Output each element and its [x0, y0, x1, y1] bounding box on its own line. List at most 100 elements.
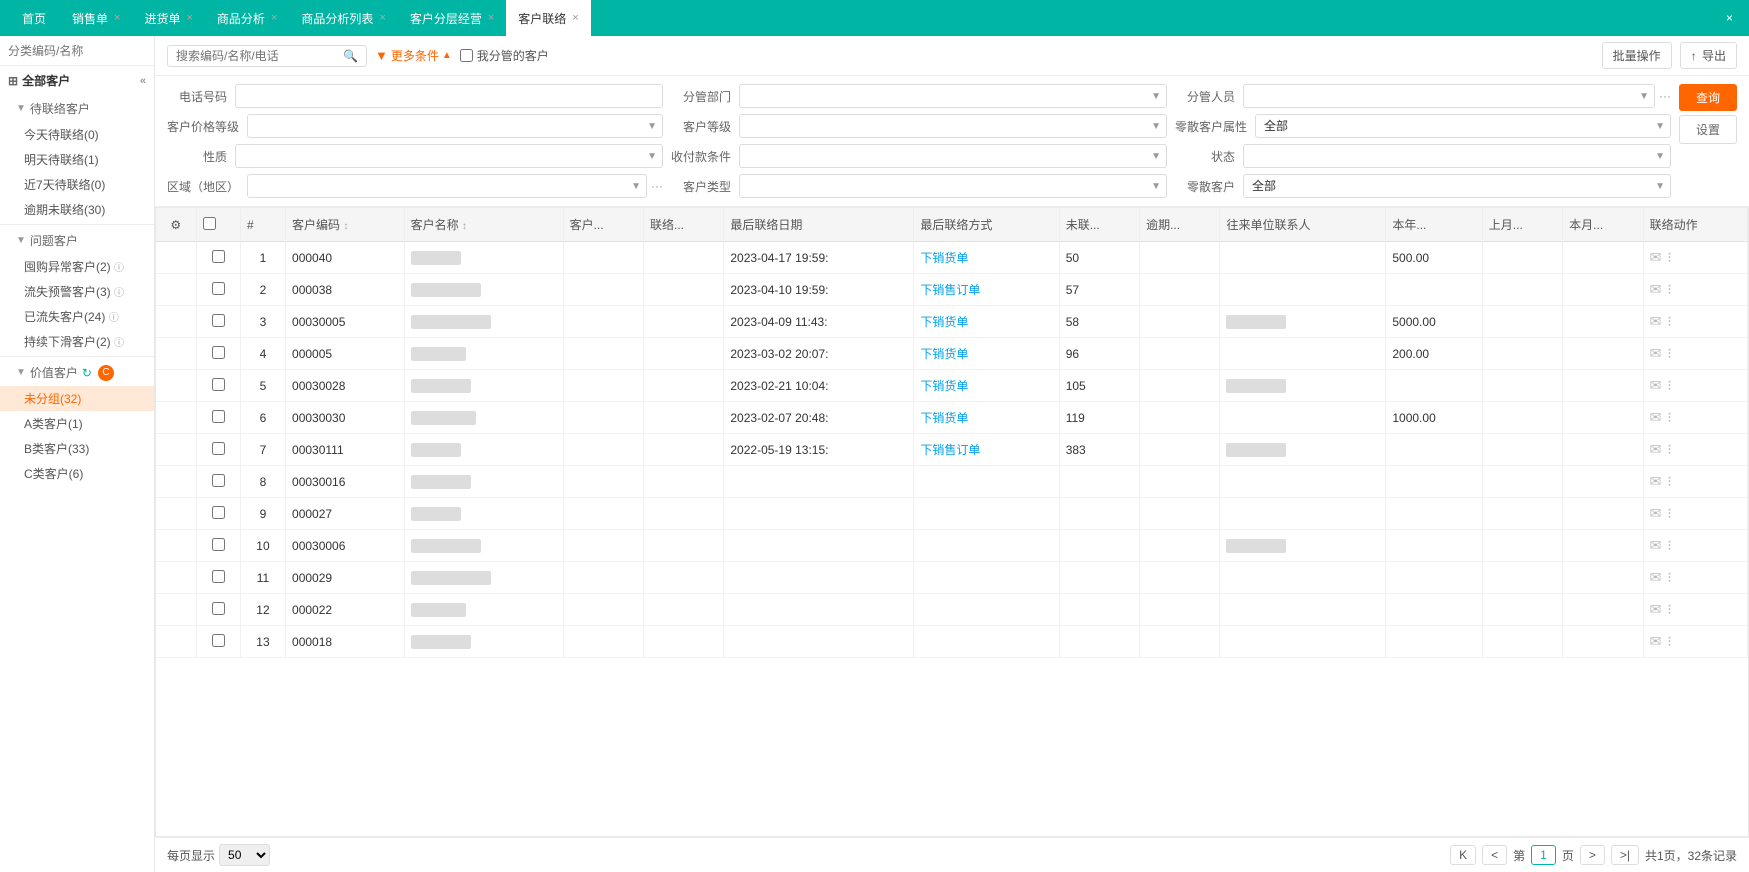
close-purchase-order[interactable]: × — [186, 12, 192, 24]
col-this-month[interactable]: 本月... — [1563, 208, 1643, 242]
close-customer-contact[interactable]: × — [572, 12, 578, 24]
col-checkbox[interactable] — [196, 208, 240, 242]
filter-status-select[interactable] — [1243, 144, 1671, 168]
all-customers-title[interactable]: ⊞ 全部客户 « — [0, 66, 154, 95]
sidebar-item-class-a[interactable]: A类客户(1) — [0, 411, 154, 436]
row-checkbox[interactable] — [196, 626, 240, 658]
col-last-month[interactable]: 上月... — [1482, 208, 1562, 242]
grid-action-icon[interactable]: ⁝ — [1667, 409, 1671, 426]
filter-cust-type-select[interactable] — [739, 174, 1167, 198]
per-page-select[interactable]: 50 100 200 — [219, 844, 270, 866]
filter-price-level-select[interactable] — [247, 114, 663, 138]
tab-product-analysis[interactable]: 商品分析 × — [205, 0, 289, 36]
row-checkbox[interactable] — [196, 306, 240, 338]
message-icon[interactable]: ✉ — [1650, 249, 1662, 266]
tab-purchase-order[interactable]: 进货单 × — [132, 0, 204, 36]
filter-region-select[interactable] — [247, 174, 647, 198]
tab-product-analysis-list[interactable]: 商品分析列表 × — [289, 0, 397, 36]
row-checkbox[interactable] — [196, 242, 240, 274]
sidebar-search-box[interactable]: 🔍 — [0, 36, 154, 66]
close-sales-order[interactable]: × — [114, 12, 120, 24]
message-icon[interactable]: ✉ — [1650, 569, 1662, 586]
row-checkbox[interactable] — [196, 434, 240, 466]
col-unit-contact[interactable]: 往来单位联系人 — [1220, 208, 1386, 242]
sidebar-item-class-c[interactable]: C类客户(6) — [0, 461, 154, 486]
grid-action-icon[interactable]: ⁝ — [1667, 537, 1671, 554]
col-type[interactable]: 客户... — [563, 208, 643, 242]
tab-customer-contact[interactable]: 客户联络 × — [506, 0, 590, 36]
message-icon[interactable]: ✉ — [1650, 633, 1662, 650]
filter-person-select[interactable] — [1243, 84, 1655, 108]
filter-phone-input[interactable] — [235, 84, 663, 108]
tab-sales-order[interactable]: 销售单 × — [60, 0, 132, 36]
grid-action-icon[interactable]: ⁝ — [1667, 377, 1671, 394]
grid-action-icon[interactable]: ⁝ — [1667, 441, 1671, 458]
close-customer-segment[interactable]: × — [488, 12, 494, 24]
grid-action-icon[interactable]: ⁝ — [1667, 473, 1671, 490]
col-contact[interactable]: 联络... — [643, 208, 723, 242]
close-product-analysis[interactable]: × — [271, 12, 277, 24]
filter-nature-select[interactable] — [235, 144, 663, 168]
filter-sparse-attr-select[interactable]: 全部 — [1255, 114, 1671, 138]
sidebar-item-today-contact[interactable]: 今天待联络(0) — [0, 122, 154, 147]
more-filters-btn[interactable]: ▼ 更多条件 ▲ — [375, 47, 452, 64]
message-icon[interactable]: ✉ — [1650, 473, 1662, 490]
row-checkbox[interactable] — [196, 402, 240, 434]
message-icon[interactable]: ✉ — [1650, 601, 1662, 618]
row-checkbox[interactable] — [196, 530, 240, 562]
grid-action-icon[interactable]: ⁝ — [1667, 249, 1671, 266]
col-last-contact-method[interactable]: 最后联络方式 — [914, 208, 1059, 242]
grid-action-icon[interactable]: ⁝ — [1667, 601, 1671, 618]
row-checkbox[interactable] — [196, 562, 240, 594]
close-product-analysis-list[interactable]: × — [379, 12, 385, 24]
row-checkbox[interactable] — [196, 274, 240, 306]
col-last-contact-date[interactable]: 最后联络日期 — [724, 208, 914, 242]
sidebar-search-input[interactable] — [8, 44, 155, 58]
close-all-icon[interactable]: × — [1726, 11, 1733, 25]
col-overdue[interactable]: 逾期... — [1140, 208, 1220, 242]
message-icon[interactable]: ✉ — [1650, 537, 1662, 554]
col-this-year[interactable]: 本年... — [1386, 208, 1482, 242]
sidebar-item-hoarding-abnormal[interactable]: 囤购异常客户(2) ⓘ — [0, 254, 154, 279]
sidebar-item-7days-contact[interactable]: 近7天待联络(0) — [0, 172, 154, 197]
sidebar-item-churn-warning[interactable]: 流失预警客户(3) ⓘ — [0, 279, 154, 304]
grid-action-icon[interactable]: ⁝ — [1667, 569, 1671, 586]
message-icon[interactable]: ✉ — [1650, 409, 1662, 426]
refresh-icon[interactable]: ↻ — [82, 366, 92, 380]
filter-payment-select[interactable] — [739, 144, 1167, 168]
row-checkbox[interactable] — [196, 370, 240, 402]
col-code[interactable]: 客户编码 ↕ — [286, 208, 405, 242]
message-icon[interactable]: ✉ — [1650, 281, 1662, 298]
sidebar-item-class-b[interactable]: B类客户(33) — [0, 436, 154, 461]
row-checkbox[interactable] — [196, 466, 240, 498]
last-page-btn[interactable]: >| — [1611, 845, 1639, 865]
main-search-input[interactable] — [176, 49, 343, 63]
message-icon[interactable]: ✉ — [1650, 377, 1662, 394]
col-name[interactable]: 客户名称 ↕ — [404, 208, 563, 242]
group-problem-customers[interactable]: ▼ 问题客户 — [0, 227, 154, 254]
reset-button[interactable]: 设置 — [1679, 115, 1737, 144]
row-checkbox[interactable] — [196, 338, 240, 370]
export-button[interactable]: ↑ 导出 — [1680, 42, 1737, 69]
row-checkbox[interactable] — [196, 594, 240, 626]
filter-sparse-cust-select[interactable]: 全部 — [1243, 174, 1671, 198]
gear-icon[interactable]: ⚙ — [170, 218, 181, 232]
first-page-btn[interactable]: K — [1450, 845, 1476, 865]
filter-dept-select[interactable] — [739, 84, 1167, 108]
my-customers-checkbox[interactable] — [460, 49, 473, 62]
grid-action-icon[interactable]: ⁝ — [1667, 633, 1671, 650]
grid-action-icon[interactable]: ⁝ — [1667, 345, 1671, 362]
home-tab[interactable]: 首页 — [8, 0, 60, 36]
more-region-icon[interactable]: ··· — [651, 179, 663, 193]
tab-customer-segment[interactable]: 客户分层经营 × — [398, 0, 506, 36]
batch-op-button[interactable]: 批量操作 — [1602, 42, 1672, 69]
grid-action-icon[interactable]: ⁝ — [1667, 281, 1671, 298]
prev-page-btn[interactable]: < — [1482, 845, 1507, 865]
next-page-btn[interactable]: > — [1580, 845, 1605, 865]
sidebar-item-overdue-contact[interactable]: 逾期未联络(30) — [0, 197, 154, 222]
sidebar-item-churned[interactable]: 已流失客户(24) ⓘ — [0, 304, 154, 329]
sidebar-item-no-group[interactable]: 未分组(32) — [0, 386, 154, 411]
message-icon[interactable]: ✉ — [1650, 441, 1662, 458]
more-icon[interactable]: ··· — [1659, 89, 1671, 103]
message-icon[interactable]: ✉ — [1650, 505, 1662, 522]
